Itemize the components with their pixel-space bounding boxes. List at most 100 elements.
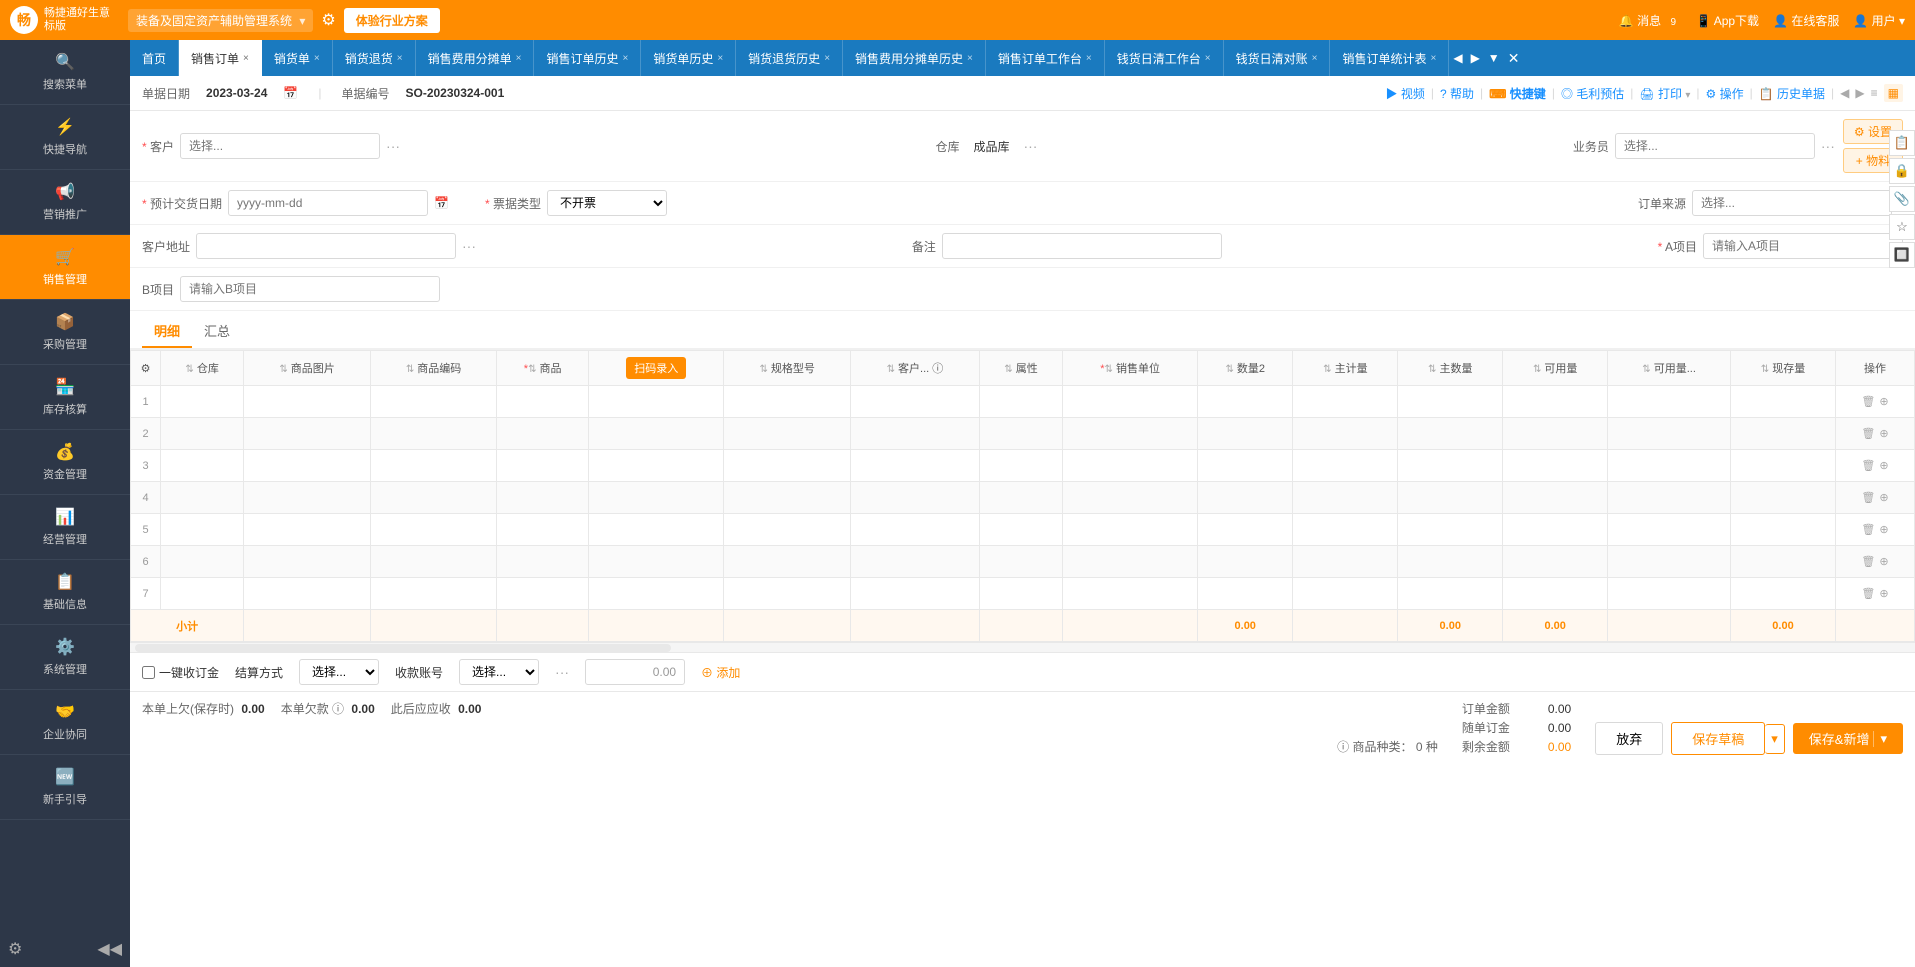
col-warehouse[interactable]: ⇅ 仓库 (161, 351, 244, 386)
col-scan[interactable]: 扫码录入 (589, 351, 724, 386)
row-delete-btn[interactable]: 🗑 (1861, 556, 1875, 568)
save-draft-button[interactable]: 保存草稿 (1671, 722, 1765, 755)
operation-link[interactable]: ⚙ 操作 (1706, 85, 1744, 102)
profit-link[interactable]: ◎ 毛利预估 (1561, 85, 1624, 102)
add-payment-btn[interactable]: ⊕ 添加 (701, 664, 740, 681)
tab-sales-invoice-close[interactable]: × (314, 53, 320, 64)
sidebar-item-enterprise[interactable]: 🤝 企业协同 (0, 690, 130, 755)
row-delete-btn[interactable]: 🗑 (1861, 428, 1875, 440)
col-product[interactable]: *⇅ 商品 (497, 351, 589, 386)
tab-order-workbench-close[interactable]: × (1086, 53, 1092, 64)
tab-daily-workbench[interactable]: 钱货日清工作台 × (1105, 40, 1224, 76)
tabs-next[interactable]: ▶ (1467, 51, 1484, 65)
account-select[interactable]: 选择... (459, 659, 539, 685)
col-product-code[interactable]: ⇅ 商品编码 (370, 351, 497, 386)
col-attr[interactable]: ⇅ 属性 (979, 351, 1062, 386)
tab-sales-expense[interactable]: 销售费用分摊单 × (416, 40, 535, 76)
print-dropdown[interactable]: ▾ (1685, 90, 1690, 101)
tab-daily-reconcile-close[interactable]: × (1312, 53, 1318, 64)
col-settings[interactable]: ⚙ (131, 351, 161, 386)
float-btn-3[interactable]: 📎 (1889, 186, 1915, 212)
calendar-icon[interactable]: 📅 (283, 86, 298, 100)
warehouse-more-btn[interactable]: ··· (1023, 138, 1037, 154)
sidebar-item-sales[interactable]: 🛒 销售管理 (0, 235, 130, 300)
tab-return-history[interactable]: 销货退货历史 × (736, 40, 843, 76)
col-product-img[interactable]: ⇅ 商品图片 (244, 351, 371, 386)
col-main-unit[interactable]: ⇅ 主计量 (1293, 351, 1398, 386)
tab-daily-workbench-close[interactable]: × (1205, 53, 1211, 64)
payment-method-select[interactable]: 选择... (299, 659, 379, 685)
col-avail[interactable]: ⇅ 可用量 (1503, 351, 1608, 386)
app-download-link[interactable]: 📱 App下载 (1696, 12, 1759, 29)
discard-button[interactable]: 放弃 (1595, 722, 1663, 755)
sidebar-item-inventory[interactable]: 🏪 库存核算 (0, 365, 130, 430)
tabs-prev[interactable]: ◀ (1449, 51, 1466, 65)
date-value[interactable]: 2023-03-24 (206, 86, 267, 100)
row-copy-btn[interactable]: ⊕ (1879, 428, 1888, 440)
tabs-close-all[interactable]: ✕ (1504, 50, 1524, 67)
tab-order-history-close[interactable]: × (622, 53, 628, 64)
tab-detail[interactable]: 明细 (142, 315, 192, 348)
a-project-input[interactable] (1703, 233, 1903, 259)
row-copy-btn[interactable]: ⊕ (1879, 460, 1888, 472)
amount-input[interactable] (585, 659, 685, 685)
save-draft-dropdown[interactable]: ▾ (1765, 724, 1785, 754)
row-delete-btn[interactable]: 🗑 (1861, 588, 1875, 600)
row-delete-btn[interactable]: 🗑 (1861, 460, 1875, 472)
account-more-btn[interactable]: ··· (555, 664, 569, 680)
horizontal-scrollbar[interactable] (135, 644, 671, 652)
sidebar-item-finance[interactable]: 💰 资金管理 (0, 430, 130, 495)
customer-input[interactable] (180, 133, 380, 159)
float-btn-4[interactable]: ☆ (1889, 214, 1915, 240)
save-new-dropdown[interactable]: ▾ (1873, 731, 1887, 747)
settings-icon[interactable]: ⚙ (321, 10, 335, 30)
row-delete-btn[interactable]: 🗑 (1861, 492, 1875, 504)
tab-daily-reconcile[interactable]: 钱货日清对账 × (1224, 40, 1331, 76)
col-spec[interactable]: ⇅ 规格型号 (724, 351, 851, 386)
row-copy-btn[interactable]: ⊕ (1879, 588, 1888, 600)
delivery-date-input[interactable] (228, 190, 428, 216)
b-project-input[interactable] (180, 276, 440, 302)
tab-expense-history[interactable]: 销售费用分摊单历史 × (843, 40, 986, 76)
col-unit[interactable]: *⇅ 销售单位 (1063, 351, 1198, 386)
layout-grid-icon[interactable]: ▦ (1884, 84, 1903, 102)
quick-order-checkbox[interactable]: 一键收订金 (142, 664, 219, 681)
print-link[interactable]: 🖨 打印 ▾ (1639, 85, 1690, 102)
note-input[interactable] (942, 233, 1222, 259)
float-btn-2[interactable]: 🔒 (1889, 158, 1915, 184)
tab-order-history[interactable]: 销售订单历史 × (534, 40, 641, 76)
user-menu[interactable]: 👤 用户 ▾ (1853, 12, 1905, 29)
salesperson-input[interactable] (1615, 133, 1815, 159)
address-input[interactable] (196, 233, 456, 259)
tab-sales-return[interactable]: 销货退货 × (333, 40, 416, 76)
float-btn-1[interactable]: 📋 (1889, 130, 1915, 156)
sidebar-item-search[interactable]: 🔍 搜索菜单 (0, 40, 130, 105)
tab-summary[interactable]: 汇总 (192, 315, 242, 348)
salesperson-more-btn[interactable]: ··· (1821, 138, 1835, 154)
col-stock[interactable]: ⇅ 现存量 (1731, 351, 1836, 386)
history-link[interactable]: 📋 历史单据 (1759, 85, 1825, 102)
industry-solution-button[interactable]: 体验行业方案 (344, 8, 440, 33)
tab-home[interactable]: 首页 (130, 40, 179, 76)
tab-sales-invoice[interactable]: 销货单 × (262, 40, 333, 76)
order-source-input[interactable] (1692, 190, 1892, 216)
tab-invoice-history[interactable]: 销货单历史 × (641, 40, 736, 76)
invoice-type-select[interactable]: 不开票 (547, 190, 667, 216)
save-new-button[interactable]: 保存&新增 ▾ (1793, 723, 1903, 754)
shortcut-link[interactable]: ⌨ 快捷键 (1489, 85, 1546, 102)
col-customer-code[interactable]: ⇅ 客户... ⓘ (850, 351, 979, 386)
tab-invoice-history-close[interactable]: × (717, 53, 723, 64)
tab-expense-history-close[interactable]: × (967, 53, 973, 64)
message-icon[interactable]: 🔔 消息 9 (1619, 12, 1682, 29)
sidebar-item-basic[interactable]: 📋 基础信息 (0, 560, 130, 625)
sidebar-settings-icon[interactable]: ⚙ (8, 939, 22, 959)
nav-next[interactable]: ▶ (1855, 86, 1864, 100)
tab-expense-close[interactable]: × (516, 53, 522, 64)
sidebar-item-purchase[interactable]: 📦 采购管理 (0, 300, 130, 365)
float-btn-5[interactable]: 🔲 (1889, 242, 1915, 268)
tab-sales-return-close[interactable]: × (397, 53, 403, 64)
quick-order-input[interactable] (142, 666, 155, 679)
row-delete-btn[interactable]: 🗑 (1861, 396, 1875, 408)
sidebar-item-operations[interactable]: 📊 经营管理 (0, 495, 130, 560)
nav-prev[interactable]: ◀ (1840, 86, 1849, 100)
